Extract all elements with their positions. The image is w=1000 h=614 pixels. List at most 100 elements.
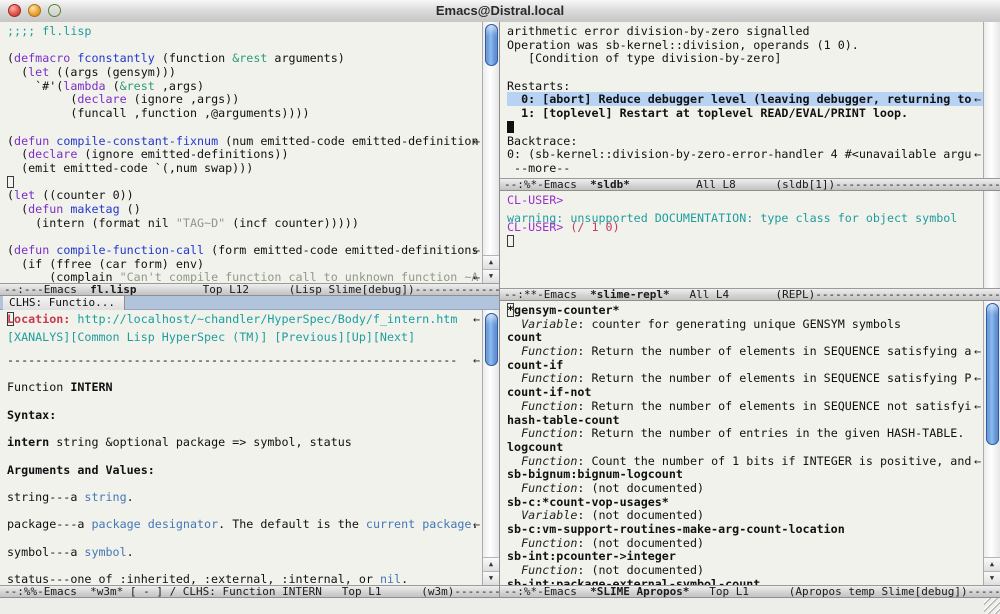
buffer-line xyxy=(7,531,482,545)
link[interactable]: http://localhost/~chandler/HyperSpec/Bod… xyxy=(77,312,457,326)
text-segment: (ignore emitted-definitions)) xyxy=(77,147,288,161)
text-segment: . xyxy=(127,490,134,504)
text-segment: : (not documented) xyxy=(577,508,704,522)
buffer-line: sb-int:package-external-symbol-count xyxy=(507,577,983,585)
text-segment: string---a xyxy=(7,490,84,504)
buffer-line: Function: Count the number of 1 bits if … xyxy=(507,454,983,468)
buffer-line: --:%%-Emacs *w3m* [ - ] / CLHS: Function… xyxy=(4,586,499,597)
w3m-tab-clhs[interactable]: CLHS: Functio... xyxy=(3,296,125,310)
modeline-slime-apropos[interactable]: --:%*-Emacs *SLIME Apropos* Top L1 (Apro… xyxy=(500,585,1000,598)
link[interactable]: string xyxy=(84,490,126,504)
text-segment: ( xyxy=(7,188,14,202)
title-bar[interactable]: Emacs@Distral.local xyxy=(0,0,1000,23)
scrollbar-thumb[interactable] xyxy=(986,303,999,445)
buffer-line: status---one of :inherited, :external, :… xyxy=(7,572,482,585)
modeline-fl-lisp[interactable]: --:---Emacs fl.lisp Top L12 (Lisp Slime[… xyxy=(0,283,499,296)
modeline-sldb[interactable]: --:%*-Emacs *sldb* All L8 (sldb[1])-----… xyxy=(500,178,1000,191)
text-segment: (if (ffree (car form) env) xyxy=(7,257,204,271)
buffer-line xyxy=(7,476,482,490)
slime-repl-buffer[interactable]: CL-USER>warning: unsupported DOCUMENTATI… xyxy=(500,191,983,288)
text-segment: --more-- xyxy=(507,161,570,175)
buffer-line: CL-USER> xyxy=(507,193,983,207)
fl-lisp-scrollbar[interactable]: ▲ ▼ xyxy=(482,22,499,283)
buffer-line: ;;;; fl.lisp xyxy=(7,24,482,38)
w3m-scrollbar[interactable]: ▲ ▼ xyxy=(482,310,499,585)
buffer-line: (complain "Can't compile function call t… xyxy=(7,270,482,283)
text-segment: 0: [abort] Reduce debugger level (leavin… xyxy=(507,92,971,106)
text-segment: Function xyxy=(521,426,577,440)
text-segment: All L8 (sldb[1])------------------------… xyxy=(630,178,1000,191)
text-segment: (funcall ,function ,@arguments)))) xyxy=(7,106,310,120)
resize-grip-icon[interactable] xyxy=(984,598,1000,614)
text-segment: Function xyxy=(521,563,577,577)
buffer-line: string---a string. xyxy=(7,490,482,504)
wrap-arrow-icon: ← xyxy=(473,312,480,326)
scrollbar-thumb[interactable] xyxy=(485,313,498,366)
text-segment xyxy=(507,317,521,331)
w3m-buffer[interactable]: Location: http://localhost/~chandler/Hyp… xyxy=(0,310,482,585)
text-segment: : Return the number of elements in SEQUE… xyxy=(577,399,971,413)
buffer-line: (funcall ,function ,@arguments)))) xyxy=(7,106,482,120)
modeline-slime-repl[interactable]: --:**-Emacs *slime-repl* All L4 (REPL)--… xyxy=(500,288,1000,301)
slime-apropos-buffer[interactable]: *gensym-counter* Variable: counter for g… xyxy=(500,301,983,585)
scroll-up-icon[interactable]: ▲ xyxy=(483,557,499,571)
buffer-line: (defun maketag () xyxy=(7,202,482,216)
buffer-line xyxy=(7,504,482,518)
link[interactable]: symbol xyxy=(84,545,126,559)
buffer-line: CL-USER> (/ 1 0) xyxy=(507,220,983,234)
scrollbar-thumb[interactable] xyxy=(485,24,498,66)
buffer-line: count-if-not xyxy=(507,385,983,399)
buffer-line: arithmetic error division-by-zero signal… xyxy=(507,24,983,38)
text-segment: All L4 (REPL)---------------------------… xyxy=(670,288,1000,301)
scroll-down-icon[interactable]: ▼ xyxy=(483,269,499,283)
window-title: Emacs@Distral.local xyxy=(0,3,1000,18)
buffer-line: (emit emitted-code `(,num swap))) xyxy=(7,161,482,175)
buffer-line: --:%*-Emacs *sldb* All L8 (sldb[1])-----… xyxy=(504,179,1000,190)
buffer-line xyxy=(7,175,482,189)
modeline-w3m[interactable]: --:%%-Emacs *w3m* [ - ] / CLHS: Function… xyxy=(0,585,499,598)
slime-repl-scrollbar[interactable] xyxy=(983,191,1000,288)
text-segment: Backtrace: xyxy=(507,134,577,148)
minibuffer[interactable] xyxy=(0,598,1000,614)
buffer-line: (defmacro fconstantly (function &rest ar… xyxy=(7,51,482,65)
buffer-line xyxy=(7,394,482,408)
scroll-up-icon[interactable]: ▲ xyxy=(984,557,1000,571)
text-segment: fl.lisp xyxy=(90,283,136,296)
text-segment: lambda xyxy=(63,79,105,93)
buffer-line: Function: (not documented) xyxy=(507,563,983,577)
text-segment: sb-c:vm-support-routines-make-arg-count-… xyxy=(507,522,845,536)
text-segment: : Return the number of elements in SEQUE… xyxy=(577,371,971,385)
hollow-cursor xyxy=(507,235,514,247)
text-segment: maketag xyxy=(70,202,119,216)
link[interactable]: package designator xyxy=(91,517,218,531)
text-segment: : (not documented) xyxy=(577,481,704,495)
slime-apropos-scrollbar[interactable]: ▲ ▼ xyxy=(983,301,1000,585)
link[interactable]: nil xyxy=(380,572,401,585)
wrap-arrow-icon: ← xyxy=(473,270,480,283)
buffer-line: symbol---a symbol. xyxy=(7,545,482,559)
buffer-line: Function: Return the number of elements … xyxy=(507,344,983,358)
text-segment: symbol---a xyxy=(7,545,84,559)
text-segment: --:%*-Emacs xyxy=(504,585,590,598)
text-segment: : Return the number of elements in SEQUE… xyxy=(577,344,971,358)
link[interactable]: current package xyxy=(366,517,472,531)
buffer-line xyxy=(7,558,482,572)
scroll-down-icon[interactable]: ▼ xyxy=(483,571,499,585)
text-segment: intern xyxy=(7,435,49,449)
wrap-arrow-icon: ← xyxy=(974,344,981,358)
sldb-scrollbar[interactable] xyxy=(983,22,1000,178)
text-segment: "Can't compile function call to unknown … xyxy=(120,270,479,283)
buffer-line: Function: (not documented) xyxy=(507,481,983,495)
fl-lisp-buffer[interactable]: ;;;; fl.lisp (defmacro fconstantly (func… xyxy=(0,22,482,283)
sldb-buffer[interactable]: arithmetic error division-by-zero signal… xyxy=(500,22,983,178)
buffer-line: package---a package designator. The defa… xyxy=(7,517,482,531)
buffer-line: Function: Return the number of elements … xyxy=(507,371,983,385)
text-segment: --:%%-Emacs *w3m* [ - ] / CLHS: Function… xyxy=(4,585,499,598)
text-segment: declare xyxy=(77,92,126,106)
text-segment: * xyxy=(507,303,514,317)
scroll-up-icon[interactable]: ▲ xyxy=(483,255,499,269)
buffer-line: count xyxy=(507,330,983,344)
text-segment: "TAG~D" xyxy=(176,216,225,230)
scroll-down-icon[interactable]: ▼ xyxy=(984,571,1000,585)
buffer-line: count-if xyxy=(507,358,983,372)
